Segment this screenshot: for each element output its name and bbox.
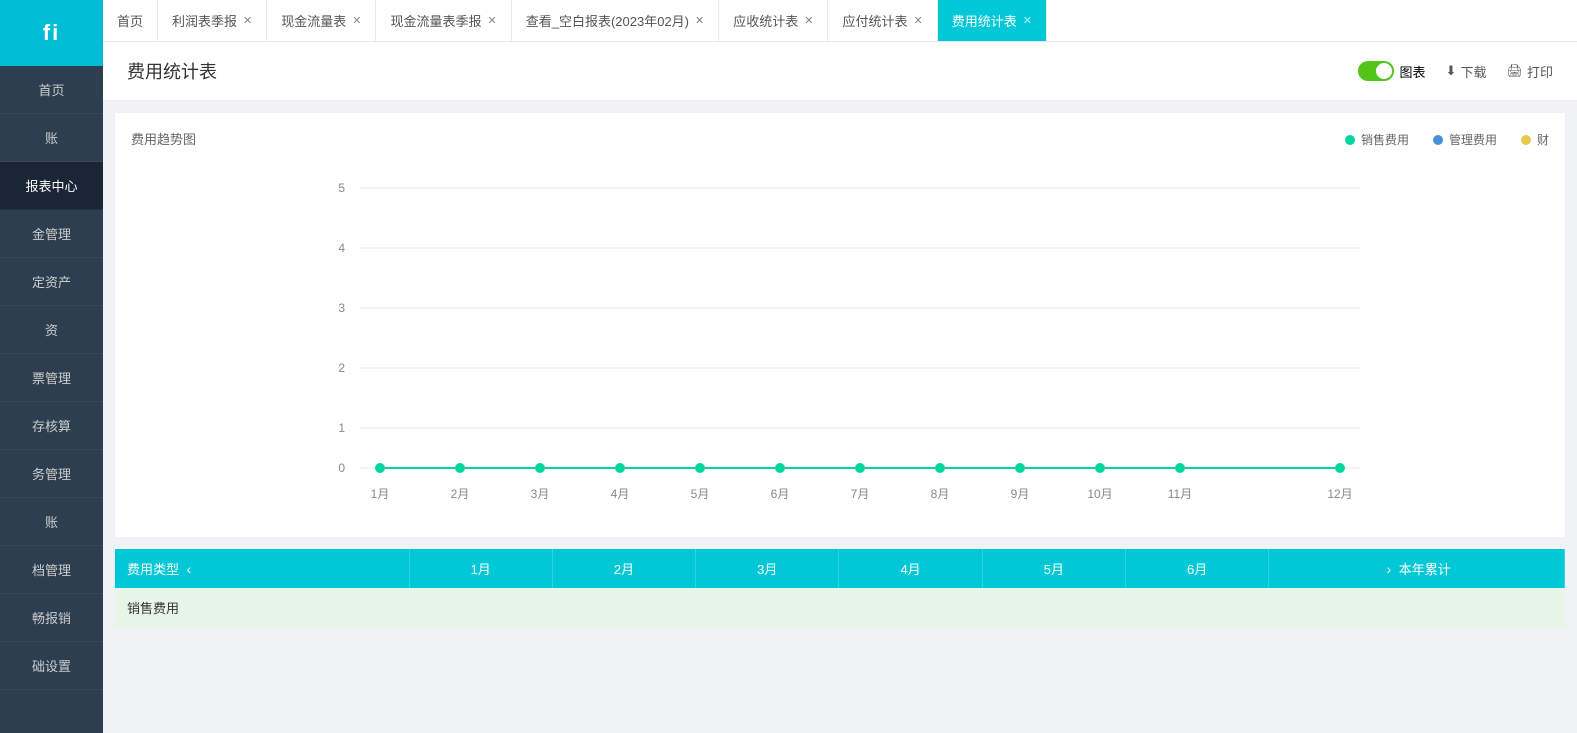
legend-dot-finance	[1521, 135, 1531, 145]
legend-label-finance: 财	[1537, 131, 1549, 148]
tab-payable[interactable]: 应付统计表 ✕	[828, 0, 937, 41]
svg-text:3: 3	[338, 301, 345, 315]
line-chart: 5 4 3 2 1 0	[131, 158, 1549, 521]
table-row: 销售费用	[115, 588, 1565, 628]
sidebar-item-ledger[interactable]: 账	[0, 114, 103, 162]
svg-text:6月: 6月	[771, 487, 790, 501]
tab-cashflow[interactable]: 现金流量表 ✕	[267, 0, 376, 41]
svg-text:5: 5	[338, 181, 345, 195]
svg-text:0: 0	[338, 461, 345, 475]
svg-text:2: 2	[338, 361, 345, 375]
col-m3: 3月	[696, 549, 839, 588]
col-m5: 5月	[982, 549, 1125, 588]
download-icon: ⬇	[1446, 63, 1457, 79]
chart-title: 费用趋势图	[131, 129, 196, 148]
legend-finance: 财	[1521, 131, 1549, 148]
svg-text:11月: 11月	[1168, 487, 1192, 501]
svg-text:9月: 9月	[1011, 487, 1030, 501]
col-m4: 4月	[839, 549, 982, 588]
sidebar: fi 首页 账 报表中心 金管理 定资产 资 票管理 存核算 务管理 账 档管理…	[0, 0, 103, 733]
legend-label-sales: 销售费用	[1361, 131, 1409, 148]
sidebar-item-capital[interactable]: 资	[0, 306, 103, 354]
sidebar-item-expense[interactable]: 畅报销	[0, 594, 103, 642]
sidebar-item-home[interactable]: 首页	[0, 66, 103, 114]
sidebar-item-fixed-assets[interactable]: 定资产	[0, 258, 103, 306]
svg-text:5月: 5月	[691, 487, 710, 501]
legend-dot-admin	[1433, 135, 1443, 145]
close-icon[interactable]: ✕	[243, 14, 252, 27]
tab-profit-quarterly[interactable]: 利润表季报 ✕	[158, 0, 267, 41]
nav-next-button[interactable]: ›	[1383, 561, 1396, 577]
download-button[interactable]: ⬇ 下载	[1446, 62, 1487, 81]
svg-text:8月: 8月	[931, 487, 950, 501]
close-icon[interactable]: ✕	[1023, 14, 1032, 27]
tab-bar: 首页 利润表季报 ✕ 现金流量表 ✕ 现金流量表季报 ✕ 查看_空白报表(202…	[103, 0, 1577, 42]
tab-home[interactable]: 首页	[103, 0, 158, 41]
svg-text:1: 1	[338, 421, 345, 435]
sidebar-item-inventory[interactable]: 存核算	[0, 402, 103, 450]
expense-table: 费用类型 ‹ 1月 2月 3月 4月 5月 6月 › 本年累计	[115, 549, 1565, 628]
tab-expense-stat[interactable]: 费用统计表 ✕	[938, 0, 1047, 41]
table-section: 费用类型 ‹ 1月 2月 3月 4月 5月 6月 › 本年累计	[115, 549, 1565, 628]
sidebar-logo: fi	[0, 0, 103, 66]
page-header: 费用统计表 图表 ⬇ 下载 🖨 打印	[103, 42, 1577, 101]
sidebar-item-accounts[interactable]: 账	[0, 498, 103, 546]
cell-m2	[552, 588, 695, 628]
sidebar-item-fund-mgmt[interactable]: 金管理	[0, 210, 103, 258]
sidebar-item-settings[interactable]: 础设置	[0, 642, 103, 690]
chart-toggle[interactable]	[1358, 61, 1394, 81]
svg-text:2月: 2月	[451, 487, 470, 501]
cell-expense-type: 销售费用	[115, 588, 409, 628]
sidebar-item-file-mgmt[interactable]: 档管理	[0, 546, 103, 594]
tab-cashflow-quarterly[interactable]: 现金流量表季报 ✕	[376, 0, 511, 41]
svg-text:4月: 4月	[611, 487, 630, 501]
legend-label-admin: 管理费用	[1449, 131, 1497, 148]
svg-text:10月: 10月	[1087, 487, 1112, 501]
cell-m4	[839, 588, 982, 628]
close-icon[interactable]: ✕	[352, 14, 361, 27]
main-area: 首页 利润表季报 ✕ 现金流量表 ✕ 现金流量表季报 ✕ 查看_空白报表(202…	[103, 0, 1577, 733]
chart-toggle-wrap: 图表	[1358, 61, 1426, 81]
col-m2: 2月	[552, 549, 695, 588]
chart-toggle-label: 图表	[1400, 62, 1426, 81]
cell-m3	[696, 588, 839, 628]
legend-sales: 销售费用	[1345, 131, 1409, 148]
svg-text:4: 4	[338, 241, 345, 255]
close-icon[interactable]: ✕	[488, 14, 497, 27]
nav-prev-button[interactable]: ‹	[183, 561, 196, 577]
close-icon[interactable]: ✕	[695, 14, 704, 27]
svg-text:3月: 3月	[531, 487, 550, 501]
page-title: 费用统计表	[127, 58, 217, 84]
print-button[interactable]: 🖨 打印	[1506, 62, 1553, 81]
close-icon[interactable]: ✕	[804, 14, 813, 27]
tab-blank-report[interactable]: 查看_空白报表(2023年02月) ✕	[512, 0, 720, 41]
table-header: 费用类型 ‹ 1月 2月 3月 4月 5月 6月 › 本年累计	[115, 549, 1565, 588]
sidebar-item-business-mgmt[interactable]: 务管理	[0, 450, 103, 498]
col-m6: 6月	[1126, 549, 1269, 588]
cell-m1	[409, 588, 552, 628]
legend-dot-sales	[1345, 135, 1355, 145]
cell-annual	[1269, 588, 1565, 628]
sidebar-item-report-center[interactable]: 报表中心	[0, 162, 103, 210]
svg-text:1月: 1月	[371, 487, 390, 501]
cell-m5	[982, 588, 1125, 628]
tab-receivable[interactable]: 应收统计表 ✕	[719, 0, 828, 41]
col-expense-type: 费用类型 ‹	[115, 549, 409, 588]
chart-section: 费用趋势图 销售费用 管理费用 财	[115, 113, 1565, 537]
sidebar-item-invoice-mgmt[interactable]: 票管理	[0, 354, 103, 402]
page-actions: 图表 ⬇ 下载 🖨 打印	[1358, 61, 1553, 81]
print-icon: 🖨	[1506, 63, 1523, 79]
svg-text:7月: 7月	[851, 487, 870, 501]
close-icon[interactable]: ✕	[913, 14, 922, 27]
svg-text:12月: 12月	[1327, 487, 1352, 501]
col-annual: › 本年累计	[1269, 549, 1565, 588]
col-m1: 1月	[409, 549, 552, 588]
legend-admin: 管理费用	[1433, 131, 1497, 148]
chart-legend: 销售费用 管理费用 财	[1345, 131, 1549, 148]
cell-m6	[1126, 588, 1269, 628]
content-area: 费用统计表 图表 ⬇ 下载 🖨 打印 费用趋势图	[103, 42, 1577, 733]
